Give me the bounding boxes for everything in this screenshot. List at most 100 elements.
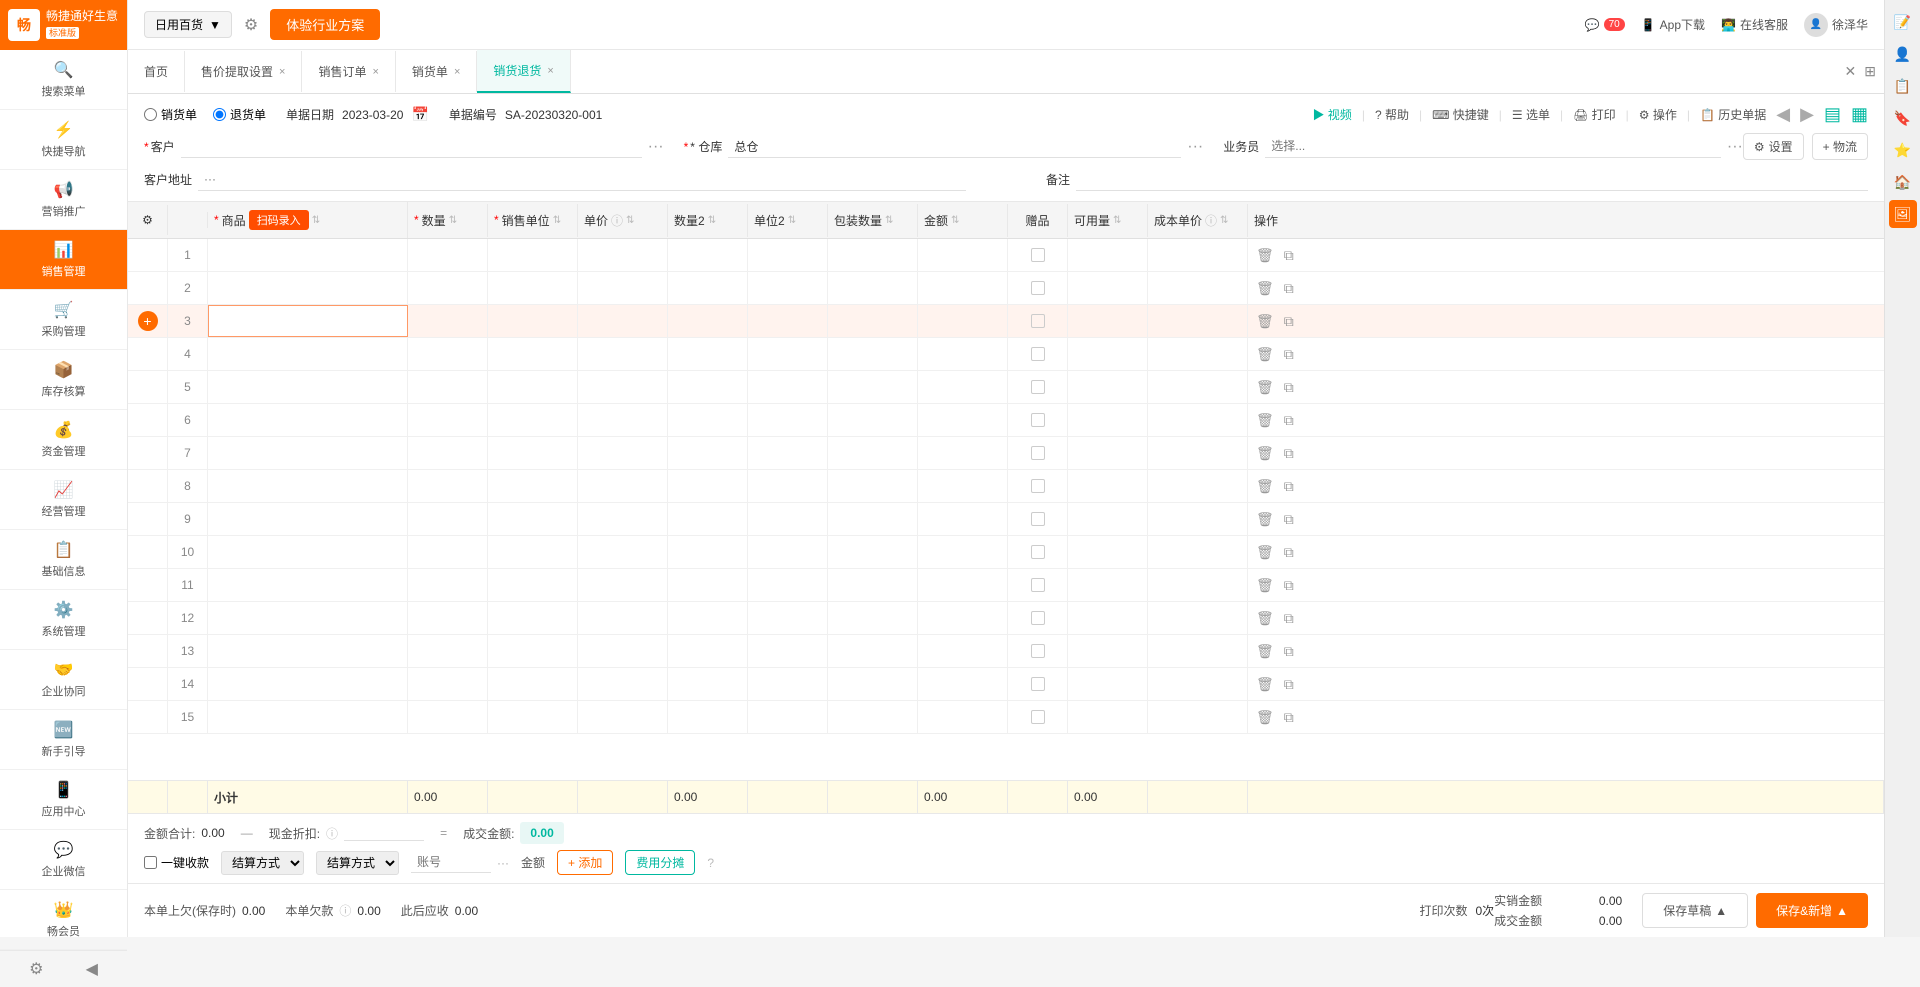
sidebar-settings-btn[interactable]: ⚙ <box>29 959 43 979</box>
warehouse-dots-btn[interactable]: ··· <box>1187 138 1203 156</box>
scan-btn[interactable]: 扫码录入 <box>249 210 309 230</box>
settings-icon[interactable]: ⚙ <box>244 15 258 35</box>
row1-pkgqty[interactable] <box>828 239 918 271</box>
delete-icon[interactable]: 🗑 <box>1256 676 1274 693</box>
address-input[interactable] <box>198 168 966 191</box>
tab-sales-order-close[interactable]: × <box>372 66 378 78</box>
video-help-btn[interactable]: ▶ 视频 <box>1312 106 1351 123</box>
sidebar-item-apps[interactable]: 📱 应用中心 <box>0 770 127 830</box>
add-row-btn[interactable]: + <box>138 311 158 331</box>
copy-icon[interactable]: ⧉ <box>1284 379 1294 396</box>
sidebar-item-member[interactable]: 👑 畅会员 <box>0 890 127 950</box>
row1-qty2[interactable] <box>668 239 748 271</box>
cost-split-btn[interactable]: 费用分摊 <box>625 850 695 875</box>
sidebar-item-shortcut[interactable]: ⚡ 快捷导航 <box>0 110 127 170</box>
copy-icon[interactable]: ⧉ <box>1284 313 1294 330</box>
column-settings-icon[interactable]: ⚙ <box>142 213 153 227</box>
cost-split-info-icon[interactable]: ? <box>707 856 714 870</box>
sidebar-item-system[interactable]: ⚙️ 系统管理 <box>0 590 127 650</box>
copy-icon[interactable]: ⧉ <box>1284 445 1294 462</box>
delete-icon[interactable]: 🗑 <box>1256 544 1274 561</box>
rp-list-icon[interactable]: 📋 <box>1889 72 1917 100</box>
row2-unit[interactable] <box>488 272 578 304</box>
row14-product[interactable] <box>208 668 408 700</box>
message-btn[interactable]: 💬 70 <box>1585 18 1625 32</box>
copy-icon[interactable]: ⧉ <box>1284 511 1294 528</box>
online-service-btn[interactable]: 👨‍💻 在线客服 <box>1721 16 1788 33</box>
col-header-settings[interactable]: ⚙ <box>128 205 168 235</box>
one-key-pay-checkbox[interactable]: 一键收款 <box>144 854 209 871</box>
trial-btn[interactable]: 体验行业方案 <box>270 9 380 40</box>
discount-info-icon[interactable]: ⓘ <box>326 825 338 842</box>
tab-sales-delivery-close[interactable]: × <box>454 66 460 78</box>
discount-input[interactable] <box>344 826 424 841</box>
sidebar-item-enterprise[interactable]: 🤝 企业协同 <box>0 650 127 710</box>
payment-account-select[interactable]: 结算方式 <box>316 851 399 875</box>
delete-icon[interactable]: 🗑 <box>1256 610 1274 627</box>
delete-icon[interactable]: 🗑 <box>1256 478 1274 495</box>
sort-icon[interactable]: ⇅ <box>312 215 320 226</box>
row7-product[interactable] <box>208 437 408 469</box>
calendar-icon[interactable]: 📅 <box>411 106 428 123</box>
sidebar-item-purchase[interactable]: 🛒 采购管理 <box>0 290 127 350</box>
row9-product[interactable] <box>208 503 408 535</box>
copy-icon[interactable]: ⧉ <box>1284 610 1294 627</box>
sort-unit-icon[interactable]: ⇅ <box>553 215 561 226</box>
delete-icon[interactable]: 🗑 <box>1256 379 1274 396</box>
sidebar-item-inventory[interactable]: 📦 库存核算 <box>0 350 127 410</box>
close-tab-icon[interactable]: ✕ <box>1845 63 1857 80</box>
row8-product[interactable] <box>208 470 408 502</box>
row2-product[interactable] <box>208 272 408 304</box>
list-view-icon[interactable]: ▤ <box>1824 104 1841 125</box>
sidebar-item-finance[interactable]: 💰 资金管理 <box>0 410 127 470</box>
row5-product[interactable] <box>208 371 408 403</box>
warehouse-input[interactable] <box>728 135 1181 158</box>
sort-pkg-icon[interactable]: ⇅ <box>885 215 893 226</box>
copy-icon[interactable]: ⧉ <box>1284 280 1294 297</box>
tab-price-settings-close[interactable]: × <box>279 66 285 78</box>
history-next-icon[interactable]: ▶ <box>1800 104 1814 125</box>
row13-product[interactable] <box>208 635 408 667</box>
row1-unit[interactable] <box>488 239 578 271</box>
save-draft-btn[interactable]: 保存草稿 ▲ <box>1642 893 1748 928</box>
rp-home-icon[interactable]: 🏠 <box>1889 168 1917 196</box>
sidebar-item-wechat[interactable]: 💬 企业微信 <box>0 830 127 890</box>
sort-amount-icon[interactable]: ⇅ <box>951 215 959 226</box>
tab-sales-delivery[interactable]: 销货单 × <box>396 51 477 92</box>
print-btn[interactable]: 🖨 打印 <box>1573 106 1616 123</box>
radio-delivery[interactable]: 销货单 <box>144 106 197 123</box>
copy-icon[interactable]: ⧉ <box>1284 643 1294 660</box>
row1-gift[interactable] <box>1008 239 1068 271</box>
row1-price[interactable] <box>578 239 668 271</box>
user-info[interactable]: 👤 徐泽华 <box>1804 13 1868 37</box>
sidebar-collapse-btn[interactable]: ◀ <box>86 959 98 979</box>
sidebar-item-basic[interactable]: 📋 基础信息 <box>0 530 127 590</box>
sort-price-icon[interactable]: ⇅ <box>626 215 634 226</box>
copy-icon[interactable]: ⧉ <box>1284 577 1294 594</box>
delete-icon[interactable]: 🗑 <box>1256 709 1274 726</box>
copy-icon[interactable]: ⧉ <box>1284 709 1294 726</box>
delete-icon[interactable]: 🗑 <box>1256 445 1274 462</box>
copy-icon[interactable]: ⧉ <box>1284 478 1294 495</box>
tab-sales-return-close[interactable]: × <box>547 65 553 77</box>
rp-star-icon[interactable]: ⭐ <box>1889 136 1917 164</box>
settings-btn[interactable]: ⚙ 设置 <box>1743 133 1804 160</box>
copy-icon[interactable]: ⧉ <box>1284 247 1294 264</box>
cost-info-icon[interactable]: ⓘ <box>1205 212 1217 229</box>
delete-icon[interactable]: 🗑 <box>1256 280 1274 297</box>
delete-icon[interactable]: 🗑 <box>1256 247 1274 264</box>
sidebar-item-operation[interactable]: 📈 经营管理 <box>0 470 127 530</box>
row12-product[interactable] <box>208 602 408 634</box>
row1-product[interactable] <box>208 239 408 271</box>
sidebar-item-sales[interactable]: 📊 销售管理 <box>0 230 127 290</box>
shortcut-btn[interactable]: ⌨ 快捷键 <box>1432 106 1489 123</box>
salesperson-dots-btn[interactable]: ··· <box>1727 138 1743 156</box>
rp-bookmark-icon[interactable]: 🔖 <box>1889 104 1917 132</box>
copy-icon[interactable]: ⧉ <box>1284 676 1294 693</box>
remark-input[interactable] <box>1076 168 1868 191</box>
delete-icon[interactable]: 🗑 <box>1256 412 1274 429</box>
grid-view-icon[interactable]: ▦ <box>1851 104 1868 125</box>
sort-qty2-icon[interactable]: ⇅ <box>708 215 716 226</box>
rp-note-icon[interactable]: 📝 <box>1889 8 1917 36</box>
history-prev-icon[interactable]: ◀ <box>1776 104 1790 125</box>
